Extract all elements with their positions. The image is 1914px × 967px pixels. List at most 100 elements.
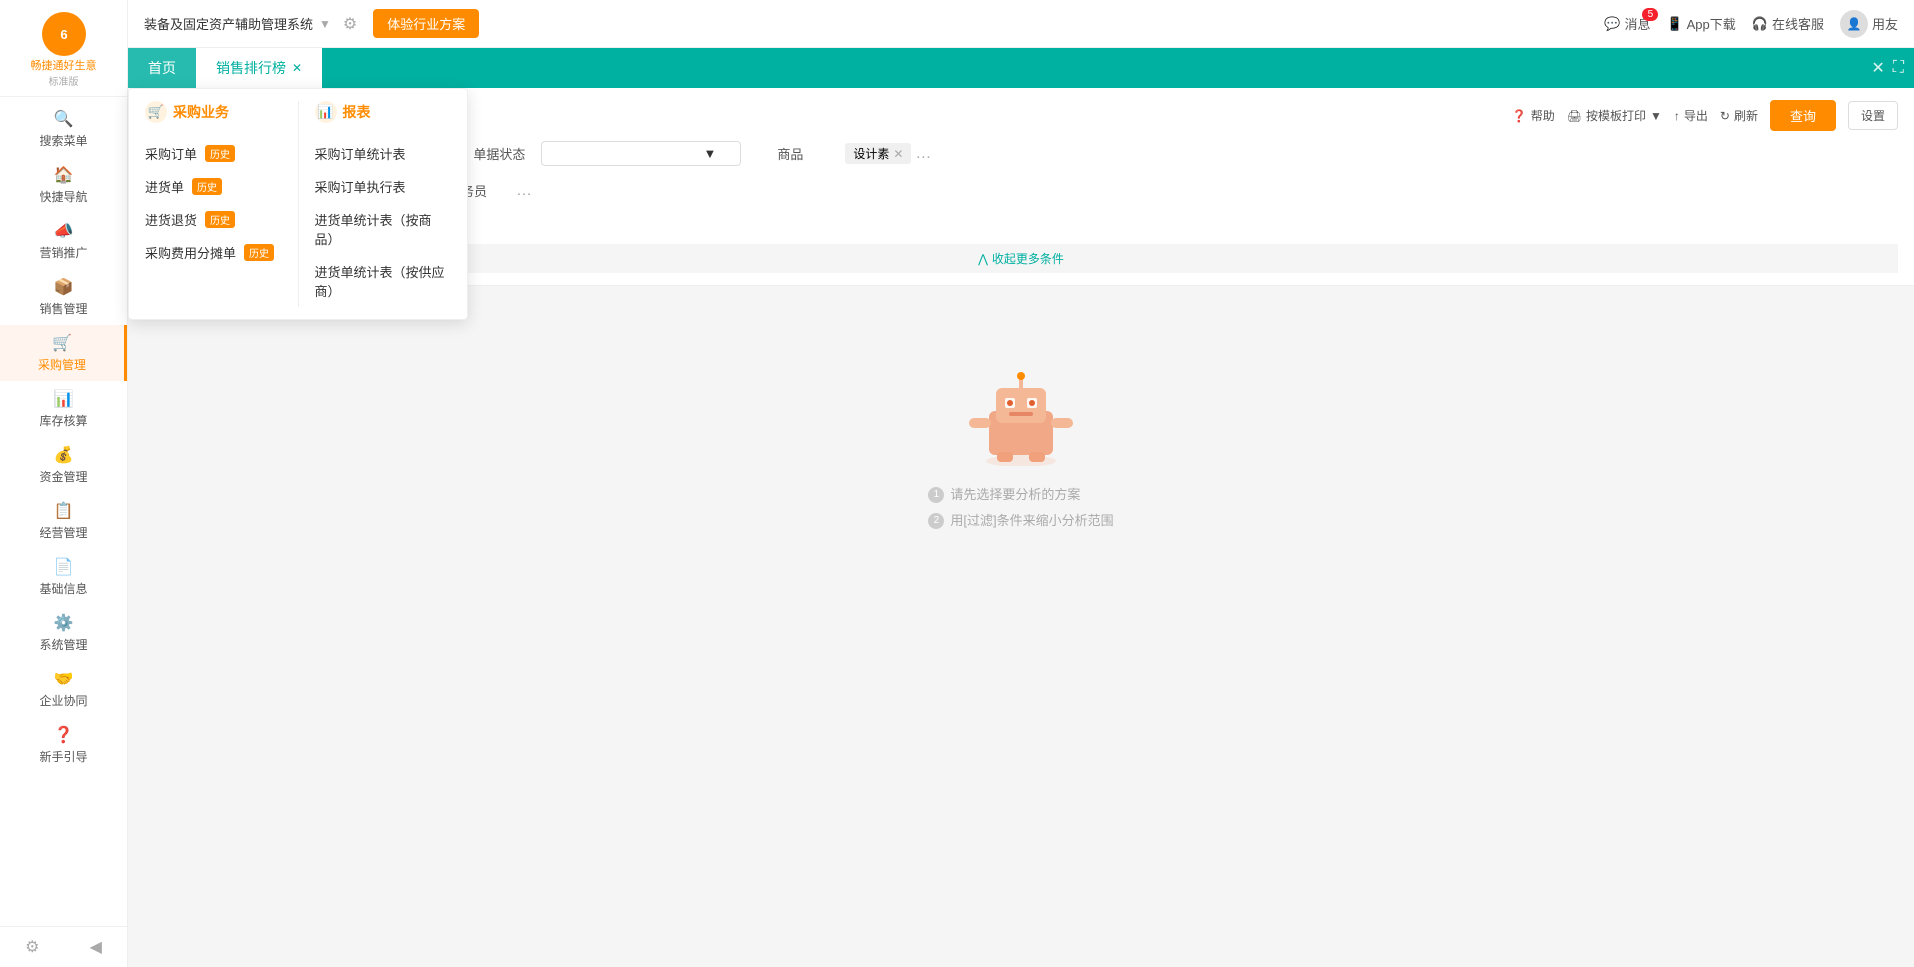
salesperson-more-btn[interactable]: …: [516, 182, 532, 200]
search-icon: 🔍: [54, 109, 74, 129]
sidebar-item-purchase[interactable]: 🛒 采购管理: [0, 325, 127, 381]
svg-text:6: 6: [60, 27, 67, 42]
return-label: 进货退货: [145, 210, 197, 229]
purchase-order-label: 采购订单: [145, 144, 197, 163]
goods-tags: 设计素 ✕ …: [845, 143, 931, 164]
sidebar-item-label: 库存核算: [39, 412, 87, 429]
sidebar-collapse-btn[interactable]: ◀: [90, 937, 102, 957]
sidebar-logo: 6 畅捷通好生意 标准版: [0, 0, 127, 97]
sidebar-item-label: 企业协同: [39, 692, 87, 709]
header-settings-icon[interactable]: ⚙: [343, 14, 357, 34]
system-dropdown-arrow[interactable]: ▼: [319, 17, 331, 31]
print-label: 按模板打印: [1586, 107, 1646, 124]
dropdown-item-order-exec[interactable]: 采购订单执行表: [315, 170, 452, 203]
doc-status-label: 单据状态: [473, 144, 533, 163]
step1-text: 请先选择要分析的方案: [950, 482, 1080, 508]
dropdown-item-receipt-stats-goods[interactable]: 进货单统计表（按商品）: [315, 203, 452, 255]
report-col-title-text: 报表: [343, 102, 371, 122]
goods-tag-close[interactable]: ✕: [893, 147, 903, 161]
sidebar-item-system[interactable]: ⚙️ 系统管理: [0, 605, 127, 661]
query-button[interactable]: 查询: [1770, 100, 1836, 131]
tab-close-all-icon[interactable]: ✕: [1871, 58, 1884, 78]
empty-step-1: 1 请先选择要分析的方案: [928, 482, 1113, 508]
online-service-item[interactable]: 🎧 在线客服: [1752, 14, 1824, 33]
user-avatar: 👤: [1840, 10, 1868, 38]
doc-status-select[interactable]: ▼: [541, 141, 741, 166]
chart-icon: 📊: [54, 389, 74, 409]
user-label: 用友: [1872, 14, 1898, 33]
dropdown-item-return[interactable]: 进货退货 历史: [145, 203, 282, 236]
sidebar-item-label: 新手引导: [39, 748, 87, 765]
sidebar-item-finance[interactable]: 💰 资金管理: [0, 437, 127, 493]
sidebar-item-operation[interactable]: 📋 经营管理: [0, 493, 127, 549]
clipboard-icon: 📋: [54, 501, 74, 521]
cart-icon: 🛒: [52, 333, 72, 353]
settings-button[interactable]: 设置: [1848, 101, 1898, 130]
goods-tag: 设计素 ✕: [845, 143, 911, 164]
sidebar-item-sales[interactable]: 📦 销售管理: [0, 269, 127, 325]
tab-close-icon[interactable]: ✕: [292, 61, 302, 75]
sales-rank-tab-label: 销售排行榜: [216, 58, 286, 78]
sidebar-item-label: 资金管理: [39, 468, 87, 485]
tab-fullscreen-icon[interactable]: ⛶: [1893, 59, 1904, 77]
logo-icon: 6: [42, 12, 86, 56]
print-dropdown-icon[interactable]: ▼: [1650, 109, 1662, 123]
dropdown-item-expense[interactable]: 采购费用分摊单 历史: [145, 236, 282, 269]
sidebar-item-quick-nav[interactable]: 🏠 快捷导航: [0, 157, 127, 213]
question-icon: ❓: [54, 725, 74, 745]
expense-label: 采购费用分摊单: [145, 243, 236, 262]
report-col-title: 📊 报表: [315, 101, 452, 127]
system-title: 装备及固定资产辅助管理系统 ▼: [144, 14, 331, 33]
sidebar-item-cooperation[interactable]: 🤝 企业协同: [0, 661, 127, 717]
sidebar-item-marketing[interactable]: 📣 营销推广: [0, 213, 127, 269]
dropdown-cols: 🛒 采购业务 采购订单 历史 进货单 历史 进货退货 历史 采购费用分摊单 历史: [129, 101, 467, 307]
purchase-dropdown-menu: 🛒 采购业务 采购订单 历史 进货单 历史 进货退货 历史 采购费用分摊单 历史: [128, 88, 468, 320]
dropdown-item-purchase-order[interactable]: 采购订单 历史: [145, 137, 282, 170]
purchase-col: 🛒 采购业务 采购订单 历史 进货单 历史 进货退货 历史 采购费用分摊单 历史: [129, 101, 298, 307]
step2-text: 用[过滤]条件来缩小分析范围: [950, 508, 1113, 534]
tab-bar-right: ✕ ⛶: [1871, 58, 1914, 78]
dropdown-item-order-stats[interactable]: 采购订单统计表: [315, 137, 452, 170]
user-item[interactable]: 👤 用友: [1840, 10, 1898, 38]
purchase-col-title: 🛒 采购业务: [145, 101, 282, 127]
receipt-badge: 历史: [192, 178, 222, 195]
goods-more-btn[interactable]: …: [915, 145, 931, 163]
export-label: 导出: [1684, 107, 1708, 124]
phone-icon: 📱: [1666, 16, 1682, 32]
print-btn[interactable]: 🖨 按模板打印 ▼: [1567, 107, 1662, 124]
gear-icon: ⚙️: [54, 613, 74, 633]
tab-home[interactable]: 首页: [128, 48, 196, 88]
purchase-order-badge: 历史: [205, 145, 235, 162]
tab-bar: 首页 销售排行榜 ✕ ✕ ⛶: [128, 48, 1914, 88]
sidebar-item-inventory[interactable]: 📊 库存核算: [0, 381, 127, 437]
system-title-text: 装备及固定资产辅助管理系统: [144, 14, 313, 33]
sidebar-item-label: 系统管理: [39, 636, 87, 653]
help-label: 帮助: [1531, 107, 1555, 124]
export-btn[interactable]: ↑ 导出: [1674, 107, 1708, 124]
collapse-up-icon: ⋀: [978, 252, 988, 266]
messages-item[interactable]: 💬 消息 5: [1604, 14, 1650, 33]
header-right: 💬 消息 5 📱 App下载 🎧 在线客服 👤 用友: [1604, 10, 1898, 38]
help-btn[interactable]: ❓ 帮助: [1512, 107, 1555, 124]
sidebar-item-label: 采购管理: [38, 356, 86, 373]
dropdown-item-receipt[interactable]: 进货单 历史: [145, 170, 282, 203]
home-icon: 🏠: [54, 165, 74, 185]
industry-button[interactable]: 体验行业方案: [373, 9, 479, 38]
sidebar-item-guide[interactable]: ❓ 新手引导: [0, 717, 127, 773]
box-icon: 📦: [54, 277, 74, 297]
sidebar-item-label: 基础信息: [39, 580, 87, 597]
doc-icon: 📄: [54, 557, 74, 577]
refresh-btn[interactable]: ↻ 刷新: [1720, 107, 1758, 124]
logo-text: 畅捷通好生意: [31, 60, 97, 73]
goods-tag-value: 设计素: [853, 145, 889, 162]
sidebar-item-label: 快捷导航: [39, 188, 87, 205]
export-icon: ↑: [1674, 109, 1680, 123]
receipt-stats-supplier-label: 进货单统计表（按供应商）: [315, 262, 452, 300]
dropdown-item-receipt-stats-supplier[interactable]: 进货单统计表（按供应商）: [315, 255, 452, 307]
app-download-item[interactable]: 📱 App下载: [1666, 14, 1735, 33]
sidebar-item-search[interactable]: 🔍 搜索菜单: [0, 101, 127, 157]
sidebar-settings-btn[interactable]: ⚙: [25, 937, 39, 957]
tab-sales-rank[interactable]: 销售排行榜 ✕: [196, 48, 322, 88]
sidebar-item-basic[interactable]: 📄 基础信息: [0, 549, 127, 605]
sidebar-item-label: 经营管理: [39, 524, 87, 541]
